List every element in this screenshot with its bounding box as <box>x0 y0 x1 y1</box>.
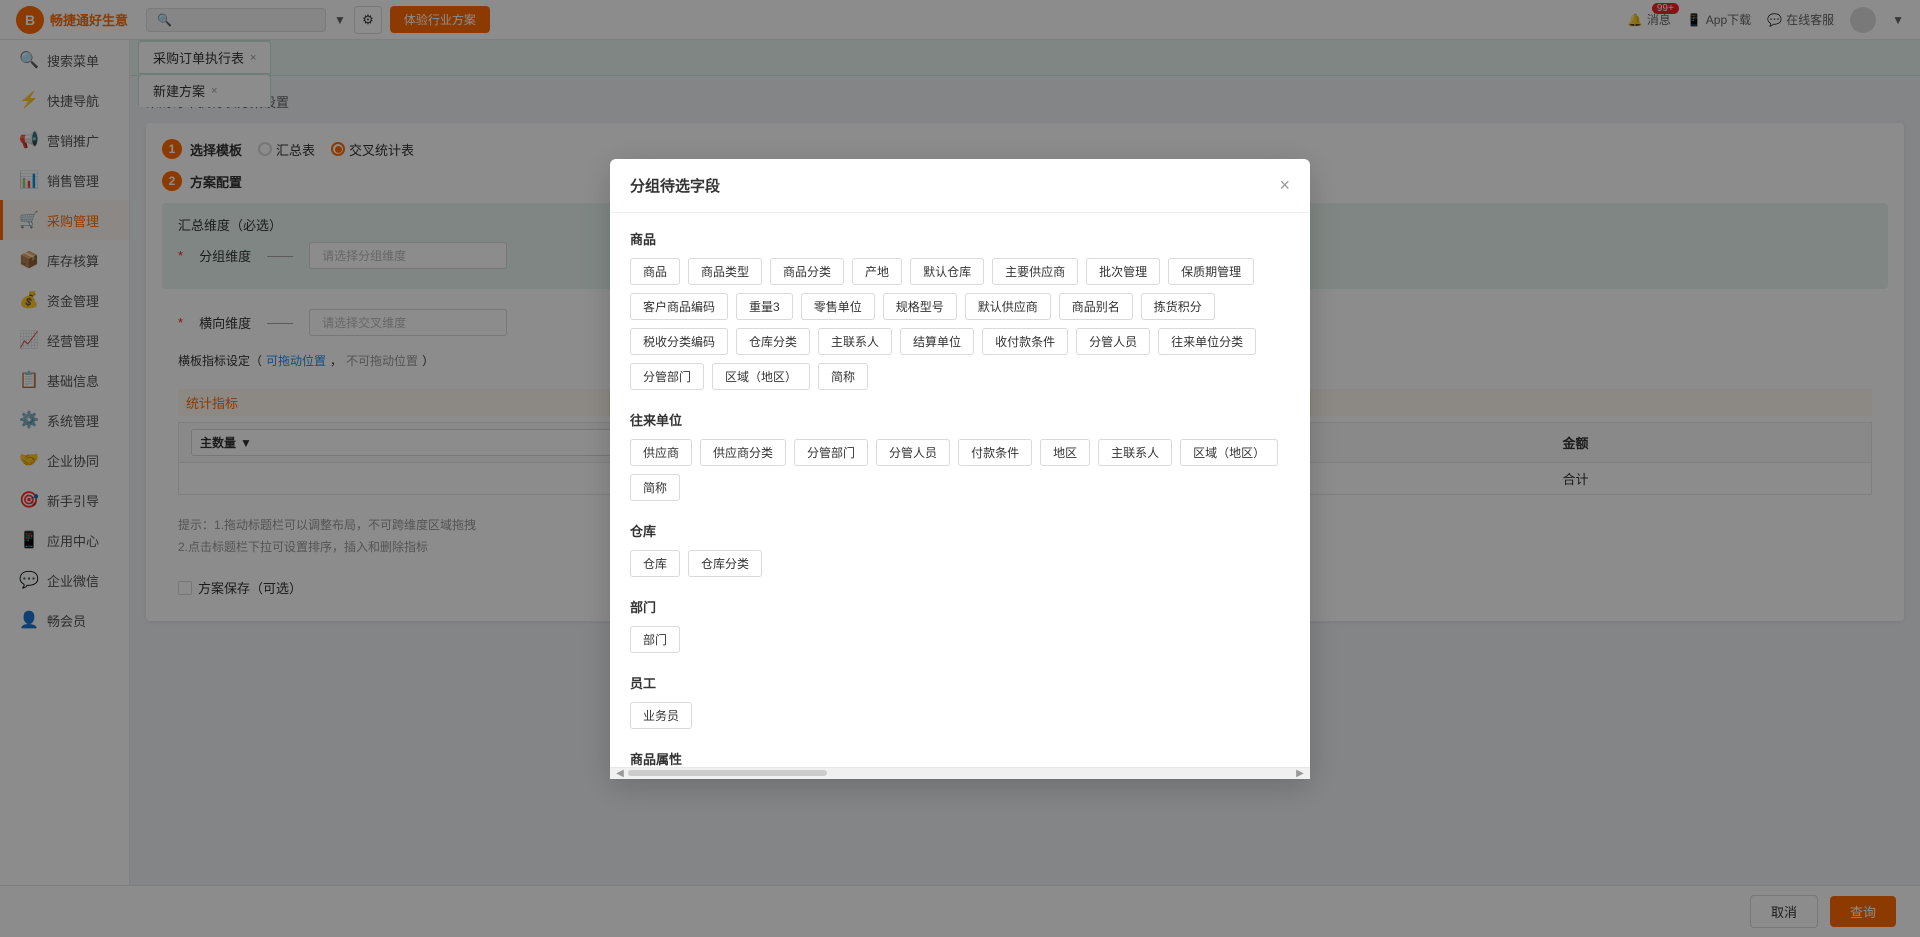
field-tag-0-20[interactable]: 分管人员 <box>1076 328 1150 355</box>
field-tag-0-4[interactable]: 默认仓库 <box>910 258 984 285</box>
modal-section-0: 商品商品商品类型商品分类产地默认仓库主要供应商批次管理保质期管理客户商品编码重量… <box>630 229 1290 390</box>
modal-section-3: 部门部门 <box>630 597 1290 653</box>
field-tag-0-7[interactable]: 保质期管理 <box>1168 258 1254 285</box>
field-tag-0-2[interactable]: 商品分类 <box>770 258 844 285</box>
modal-section-5: 商品属性属性颜色多规格尺码鞋码1 <box>630 749 1290 767</box>
field-tag-0-9[interactable]: 重量3 <box>736 293 793 320</box>
field-tag-0-12[interactable]: 默认供应商 <box>965 293 1051 320</box>
field-tag-0-10[interactable]: 零售单位 <box>801 293 875 320</box>
field-tag-1-0[interactable]: 供应商 <box>630 439 692 466</box>
field-tag-3-0[interactable]: 部门 <box>630 626 680 653</box>
field-tags-3: 部门 <box>630 626 1290 653</box>
field-tag-0-11[interactable]: 规格型号 <box>883 293 957 320</box>
field-tag-0-19[interactable]: 收付款条件 <box>982 328 1068 355</box>
scroll-thumb[interactable] <box>628 770 827 776</box>
field-tag-0-24[interactable]: 简称 <box>818 363 868 390</box>
field-tag-0-8[interactable]: 客户商品编码 <box>630 293 728 320</box>
section-title-1: 往来单位 <box>630 410 1290 429</box>
field-tag-0-5[interactable]: 主要供应商 <box>992 258 1078 285</box>
field-tag-0-18[interactable]: 结算单位 <box>900 328 974 355</box>
field-tag-1-5[interactable]: 地区 <box>1040 439 1090 466</box>
field-tag-0-0[interactable]: 商品 <box>630 258 680 285</box>
field-tag-1-7[interactable]: 区域（地区） <box>1180 439 1278 466</box>
section-title-5: 商品属性 <box>630 749 1290 767</box>
modal-close-button[interactable]: × <box>1279 175 1290 196</box>
field-tag-0-13[interactable]: 商品别名 <box>1059 293 1133 320</box>
section-title-4: 员工 <box>630 673 1290 692</box>
field-tag-1-2[interactable]: 分管部门 <box>794 439 868 466</box>
field-tags-4: 业务员 <box>630 702 1290 729</box>
field-tag-0-15[interactable]: 税收分类编码 <box>630 328 728 355</box>
field-tag-4-0[interactable]: 业务员 <box>630 702 692 729</box>
section-title-3: 部门 <box>630 597 1290 616</box>
field-tag-0-17[interactable]: 主联系人 <box>818 328 892 355</box>
field-tag-2-1[interactable]: 仓库分类 <box>688 550 762 577</box>
field-tag-0-23[interactable]: 区域（地区） <box>712 363 810 390</box>
modal-scroll-track[interactable]: ◀ ▶ <box>610 767 1310 779</box>
section-title-0: 商品 <box>630 229 1290 248</box>
field-tag-0-3[interactable]: 产地 <box>852 258 902 285</box>
modal-body: 商品商品商品类型商品分类产地默认仓库主要供应商批次管理保质期管理客户商品编码重量… <box>610 213 1310 767</box>
field-tags-2: 仓库仓库分类 <box>630 550 1290 577</box>
field-tag-1-4[interactable]: 付款条件 <box>958 439 1032 466</box>
modal-section-4: 员工业务员 <box>630 673 1290 729</box>
field-tag-0-14[interactable]: 拣货积分 <box>1141 293 1215 320</box>
field-tag-0-22[interactable]: 分管部门 <box>630 363 704 390</box>
field-tag-0-1[interactable]: 商品类型 <box>688 258 762 285</box>
field-tags-0: 商品商品类型商品分类产地默认仓库主要供应商批次管理保质期管理客户商品编码重量3 零… <box>630 258 1290 390</box>
modal-header: 分组待选字段 × <box>610 159 1310 213</box>
field-tag-0-21[interactable]: 往来单位分类 <box>1158 328 1256 355</box>
field-tag-1-6[interactable]: 主联系人 <box>1098 439 1172 466</box>
field-tag-1-8[interactable]: 简称 <box>630 474 680 501</box>
modal-title: 分组待选字段 <box>630 175 720 196</box>
section-title-2: 仓库 <box>630 521 1290 540</box>
field-tag-1-1[interactable]: 供应商分类 <box>700 439 786 466</box>
field-tag-1-3[interactable]: 分管人员 <box>876 439 950 466</box>
field-tag-0-6[interactable]: 批次管理 <box>1086 258 1160 285</box>
field-select-modal: 分组待选字段 × 商品商品商品类型商品分类产地默认仓库主要供应商批次管理保质期管… <box>610 159 1310 779</box>
modal-section-1: 往来单位供应商供应商分类分管部门分管人员付款条件地区主联系人区域（地区） 简称 <box>630 410 1290 501</box>
field-tag-0-16[interactable]: 仓库分类 <box>736 328 810 355</box>
field-tags-1: 供应商供应商分类分管部门分管人员付款条件地区主联系人区域（地区） 简称 <box>630 439 1290 501</box>
modal-section-2: 仓库仓库仓库分类 <box>630 521 1290 577</box>
field-tag-2-0[interactable]: 仓库 <box>630 550 680 577</box>
